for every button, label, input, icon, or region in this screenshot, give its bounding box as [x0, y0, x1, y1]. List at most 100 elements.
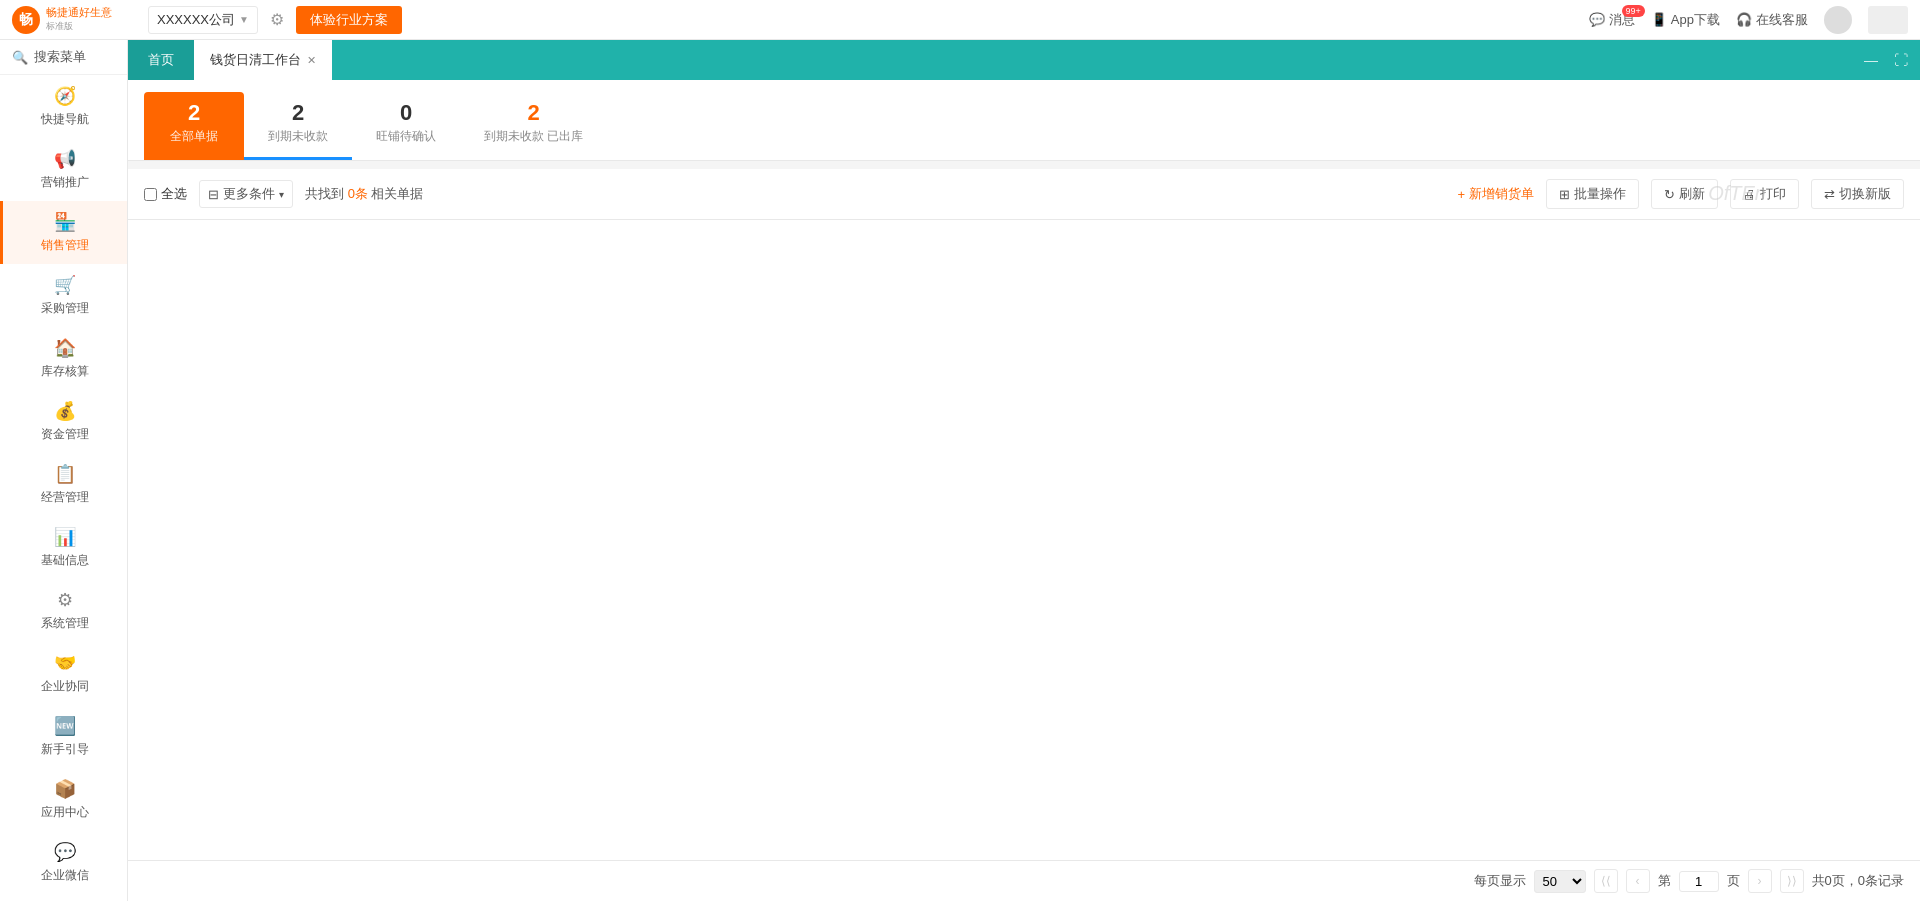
cooperation-label: 企业协同: [41, 678, 89, 695]
table-empty-area: [128, 220, 1920, 860]
stat-tab-shipped[interactable]: 2 到期未收款 已出库: [460, 92, 607, 160]
marketing-label: 营销推广: [41, 174, 89, 191]
tab-cash-flow-label: 钱货日清工作台: [210, 51, 301, 69]
sidebar-item-inventory[interactable]: 🏠 库存核算: [0, 327, 127, 390]
sidebar-item-system[interactable]: ⚙ 系统管理: [0, 579, 127, 642]
inventory-icon: 🏠: [54, 337, 76, 359]
tab-home[interactable]: 首页: [128, 40, 194, 80]
stat-all-count: 2: [188, 100, 200, 126]
sidebar-item-operation[interactable]: 📋 经营管理: [0, 453, 127, 516]
stat-shipped-count: 2: [528, 100, 540, 126]
refresh-icon: ↻: [1664, 187, 1675, 202]
sidebar-item-sales[interactable]: 🏪 销售管理: [0, 201, 127, 264]
sidebar-item-app-center[interactable]: 📦 应用中心: [0, 768, 127, 831]
stat-pending-label: 旺铺待确认: [376, 128, 436, 145]
avatar[interactable]: [1824, 6, 1852, 34]
select-all-label[interactable]: 全选: [144, 185, 187, 203]
page-input[interactable]: [1679, 871, 1719, 892]
tab-cash-flow[interactable]: 钱货日清工作台 ✕: [194, 40, 332, 80]
tab-minimize-icon[interactable]: —: [1860, 48, 1882, 72]
system-icon: ⚙: [57, 589, 73, 611]
stat-tab-overdue[interactable]: 2 到期未收款: [244, 92, 352, 160]
main-content: 首页 钱货日清工作台 ✕ — ⛶ 2 全部单据 2 到期未收款: [128, 40, 1920, 901]
online-service-btn[interactable]: 🎧 在线客服: [1736, 11, 1808, 29]
select-all-checkbox[interactable]: [144, 188, 157, 201]
page-size-select[interactable]: 50 20 100: [1534, 870, 1586, 893]
quick-nav-icon: 🧭: [54, 85, 76, 107]
pagination: 每页显示 50 20 100 ⟨⟨ ‹ 第 页 › ⟩⟩ 共0页，0条记录: [128, 860, 1920, 901]
logo-text-block: 畅捷通好生意 标准版: [46, 6, 112, 32]
layout: 🔍 搜索菜单 🧭 快捷导航 📢 营销推广 🏪 销售管理 🛒 采购管理 🏠 库存核…: [0, 40, 1920, 901]
logo-text: 畅捷通好生意: [46, 6, 112, 19]
switch-label: 切换新版: [1839, 185, 1891, 203]
purchase-icon: 🛒: [54, 274, 76, 296]
sidebar-item-basic-info[interactable]: 📊 基础信息: [0, 516, 127, 579]
batch-label: 批量操作: [1574, 185, 1626, 203]
company-selector[interactable]: XXXXXX公司 ▼: [148, 6, 258, 34]
sidebar-item-member[interactable]: 👑 畅会员: [0, 894, 127, 901]
cooperation-icon: 🤝: [54, 652, 76, 674]
app-center-label: 应用中心: [41, 804, 89, 821]
switch-version-btn[interactable]: ⇄ 切换新版: [1811, 179, 1904, 209]
stat-pending-count: 0: [400, 100, 412, 126]
app-download-btn[interactable]: 📱 App下载: [1651, 11, 1720, 29]
try-button[interactable]: 体验行业方案: [296, 6, 402, 34]
select-all-text: 全选: [161, 185, 187, 203]
sidebar: 🔍 搜索菜单 🧭 快捷导航 📢 营销推广 🏪 销售管理 🛒 采购管理 🏠 库存核…: [0, 40, 128, 901]
tab-maximize-icon[interactable]: ⛶: [1890, 48, 1912, 72]
count-suffix: 相关单据: [371, 186, 423, 201]
print-btn[interactable]: 🖨 打印: [1730, 179, 1799, 209]
filter-button[interactable]: ⊟ 更多条件 ▾: [199, 180, 293, 208]
stat-overdue-label: 到期未收款: [268, 128, 328, 145]
weixin-icon: 💬: [54, 841, 76, 863]
sidebar-item-marketing[interactable]: 📢 营销推广: [0, 138, 127, 201]
settings-icon[interactable]: ⚙: [266, 6, 288, 33]
page-label: 第: [1658, 872, 1671, 890]
newbie-label: 新手引导: [41, 741, 89, 758]
stat-overdue-count: 2: [292, 100, 304, 126]
print-icon: 🖨: [1743, 187, 1756, 202]
inventory-label: 库存核算: [41, 363, 89, 380]
toolbar-right: + 新增销货单 ⊞ 批量操作 ↻ 刷新 🖨 打印: [1457, 179, 1904, 209]
stat-tab-all[interactable]: 2 全部单据: [144, 92, 244, 160]
next-page-btn[interactable]: ›: [1748, 869, 1772, 893]
sidebar-item-cooperation[interactable]: 🤝 企业协同: [0, 642, 127, 705]
app-center-icon: 📦: [54, 778, 76, 800]
search-menu-item[interactable]: 🔍 搜索菜单: [0, 40, 127, 75]
new-btn-icon: +: [1457, 187, 1465, 202]
batch-icon: ⊞: [1559, 187, 1570, 202]
company-name: XXXXXX公司: [157, 11, 235, 29]
page-size-label: 每页显示: [1474, 872, 1526, 890]
prev-page-btn[interactable]: ‹: [1626, 869, 1650, 893]
system-label: 系统管理: [41, 615, 89, 632]
count-prefix: 共找到: [305, 186, 344, 201]
new-sales-btn[interactable]: + 新增销货单: [1457, 185, 1534, 203]
sidebar-item-newbie[interactable]: 🆕 新手引导: [0, 705, 127, 768]
batch-btn[interactable]: ⊞ 批量操作: [1546, 179, 1639, 209]
refresh-btn[interactable]: ↻ 刷新: [1651, 179, 1718, 209]
basic-info-icon: 📊: [54, 526, 76, 548]
company-dropdown-icon: ▼: [239, 14, 249, 25]
message-btn[interactable]: 💬 消息 99+: [1589, 11, 1635, 29]
last-page-btn[interactable]: ⟩⟩: [1780, 869, 1804, 893]
logo-badge: 标准版: [46, 20, 112, 33]
sidebar-item-finance[interactable]: 💰 资金管理: [0, 390, 127, 453]
online-service-label: 在线客服: [1756, 11, 1808, 29]
page-suffix: 页: [1727, 872, 1740, 890]
count-info: 共找到 0条 相关单据: [305, 185, 423, 203]
basic-info-label: 基础信息: [41, 552, 89, 569]
weixin-label: 企业微信: [41, 867, 89, 884]
stats-tabs: 2 全部单据 2 到期未收款 0 旺铺待确认 2 到期未收款 已出库: [128, 80, 1920, 161]
app-download-icon: 📱: [1651, 12, 1667, 27]
header-right: 💬 消息 99+ 📱 App下载 🎧 在线客服: [1589, 6, 1908, 34]
stat-tab-pending[interactable]: 0 旺铺待确认: [352, 92, 460, 160]
tab-close-icon[interactable]: ✕: [307, 54, 316, 67]
user-menu[interactable]: [1868, 6, 1908, 34]
sidebar-item-weixin[interactable]: 💬 企业微信: [0, 831, 127, 894]
first-page-btn[interactable]: ⟨⟨: [1594, 869, 1618, 893]
sidebar-item-purchase[interactable]: 🛒 采购管理: [0, 264, 127, 327]
switch-icon: ⇄: [1824, 187, 1835, 202]
finance-label: 资金管理: [41, 426, 89, 443]
search-icon: 🔍: [12, 50, 28, 65]
sidebar-item-quick-nav[interactable]: 🧭 快捷导航: [0, 75, 127, 138]
